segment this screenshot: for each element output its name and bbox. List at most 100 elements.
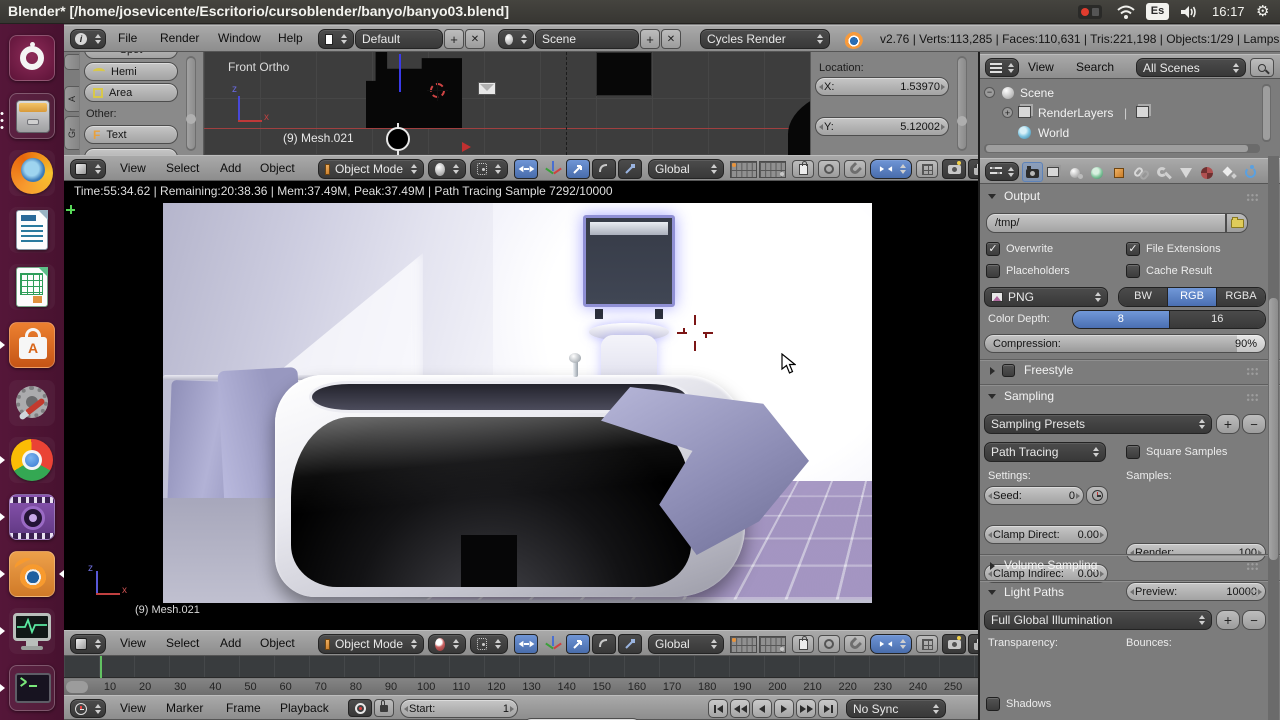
panel-output-header[interactable]: Output: [984, 188, 1274, 206]
panel-sampling-header[interactable]: Sampling: [984, 388, 1274, 406]
channels-rgba[interactable]: RGBA: [1217, 288, 1265, 306]
location-x-field[interactable]: X: 1.53970: [815, 77, 949, 96]
rotate-manipulator-button[interactable]: [592, 159, 616, 179]
shelf-tab-a[interactable]: A: [64, 86, 79, 112]
n-panel-scrollbar[interactable]: [957, 56, 967, 151]
preset-add-button[interactable]: +: [1216, 414, 1240, 434]
area-resize-handle[interactable]: [66, 205, 75, 214]
jump-to-start-button[interactable]: [708, 699, 728, 718]
translate-manipulator-button-2[interactable]: [566, 634, 590, 654]
channels-bw[interactable]: BW: [1119, 288, 1168, 306]
clamp-direct-field[interactable]: Clamp Direct: 0.00: [984, 525, 1108, 544]
snap-magnet-button[interactable]: [844, 635, 866, 653]
pivot-selector-2[interactable]: [470, 634, 508, 654]
viewport-shading-selector-2[interactable]: [428, 634, 466, 654]
channels-rgb[interactable]: RGB: [1168, 288, 1217, 306]
expand-icon[interactable]: +: [1002, 107, 1013, 118]
properties-scrollbar[interactable]: [1268, 156, 1279, 720]
seed-field[interactable]: Seed: 0: [984, 486, 1084, 505]
transform-orientation-selector[interactable]: Global: [648, 159, 724, 179]
timeline-track[interactable]: [64, 656, 978, 678]
freestyle-checkbox[interactable]: [1002, 364, 1015, 377]
shelf-tab-partial[interactable]: [64, 54, 79, 70]
outliner-item-label[interactable]: World: [1038, 126, 1069, 140]
overwrite-checkbox[interactable]: ✓: [986, 242, 1000, 256]
opengl-render-button[interactable]: [942, 634, 966, 654]
manipulator-toggle-2[interactable]: [514, 634, 538, 654]
tab-render-layers[interactable]: [1044, 164, 1065, 182]
panel-volume-sampling-header[interactable]: Volume Sampling: [984, 558, 1274, 576]
sampling-presets-selector[interactable]: Sampling Presets: [984, 414, 1212, 434]
tab-object[interactable]: [1110, 164, 1131, 182]
add-menu[interactable]: Add: [216, 156, 245, 181]
manipulator-axis-icon[interactable]: [544, 636, 562, 652]
menu-help[interactable]: Help: [274, 26, 307, 51]
outliner-row-scene[interactable]: − Scene: [984, 84, 1244, 102]
depth-16[interactable]: 16: [1169, 311, 1265, 328]
panel-light-paths-header[interactable]: Light Paths: [984, 584, 1274, 602]
session-gear-icon[interactable]: ⚙: [1256, 2, 1269, 20]
launcher-blender-icon[interactable]: [9, 551, 55, 597]
frame-start-field[interactable]: Start: 1: [400, 699, 518, 718]
proportional-edit-button[interactable]: [818, 635, 840, 653]
select-menu[interactable]: Select: [162, 156, 203, 181]
editor-type-button-info[interactable]: i: [70, 29, 106, 49]
prev-keyframe-button[interactable]: [730, 699, 750, 718]
proportional-edit-button[interactable]: [818, 160, 840, 178]
opengl-render-button[interactable]: [942, 159, 966, 179]
add-menu[interactable]: Add: [216, 631, 245, 656]
current-frame-marker[interactable]: [100, 656, 102, 678]
clock-text[interactable]: 16:17: [1212, 4, 1245, 19]
viewport-shading-selector[interactable]: [428, 159, 466, 179]
sync-mode-selector[interactable]: No Sync: [846, 699, 946, 718]
partial-button[interactable]: [84, 148, 178, 155]
layers-grid-1[interactable]: [730, 161, 757, 178]
next-keyframe-button[interactable]: [796, 699, 816, 718]
layers-grid-1[interactable]: [730, 636, 757, 653]
lp-preset-add-button[interactable]: +: [1216, 610, 1240, 630]
square-samples-checkbox[interactable]: [1126, 445, 1140, 459]
lock-to-scene-button[interactable]: [792, 635, 814, 653]
launcher-files-icon[interactable]: [9, 93, 55, 139]
launcher-dash-icon[interactable]: [9, 35, 55, 81]
launcher-writer-icon[interactable]: [9, 207, 55, 253]
launcher-chrome-icon[interactable]: [9, 437, 55, 483]
seed-animate-button[interactable]: [1086, 486, 1108, 505]
channels-segmented[interactable]: BW RGB RGBA: [1118, 287, 1266, 307]
translate-manipulator-button[interactable]: [566, 159, 590, 179]
shadows-checkbox[interactable]: [986, 697, 1000, 711]
panel-freestyle-header[interactable]: Freestyle: [984, 363, 1274, 381]
select-menu[interactable]: Select: [162, 631, 203, 656]
light-paths-preset-selector[interactable]: Full Global Illumination: [984, 610, 1212, 630]
scale-manipulator-button-2[interactable]: [618, 634, 642, 654]
scene-selector[interactable]: Scene: [535, 29, 639, 49]
lamp-area-button[interactable]: Area: [84, 83, 178, 102]
file-format-selector[interactable]: PNG: [984, 287, 1108, 307]
tab-physics[interactable]: [1242, 164, 1263, 182]
snap-magnet-button[interactable]: [844, 160, 866, 178]
layers-grid-2[interactable]: [759, 161, 786, 178]
object-menu[interactable]: Object: [256, 631, 299, 656]
view-menu[interactable]: View: [116, 631, 150, 656]
tab-scene[interactable]: [1066, 164, 1087, 182]
outliner-item-label[interactable]: Scene: [1020, 86, 1054, 100]
launcher-calc-icon[interactable]: [9, 264, 55, 310]
lock-to-scene-button[interactable]: [792, 160, 814, 178]
shelf-tab-gr[interactable]: Gr: [64, 116, 79, 150]
snap-target-button[interactable]: [916, 635, 938, 653]
timeline-playback-menu[interactable]: Playback: [276, 696, 333, 720]
pivot-selector[interactable]: [470, 159, 508, 179]
outliner-item-label[interactable]: RenderLayers: [1038, 106, 1113, 120]
screen-layout-icon-button[interactable]: [318, 29, 354, 49]
outliner-hscrollbar[interactable]: [984, 144, 1260, 153]
layout-close-button[interactable]: ✕: [465, 29, 485, 49]
toolshelf-scrollbar[interactable]: [186, 56, 196, 151]
mode-selector[interactable]: Object Mode: [318, 159, 424, 179]
editor-type-button-3dview[interactable]: [70, 159, 106, 179]
launcher-software-center-icon[interactable]: A: [9, 322, 55, 368]
scene-close-button[interactable]: ✕: [661, 29, 681, 49]
editor-type-button-timeline[interactable]: [70, 699, 106, 718]
layers-grid-2[interactable]: [759, 636, 786, 653]
tab-constraints[interactable]: [1132, 164, 1153, 182]
editor-type-button-outliner[interactable]: [985, 58, 1019, 77]
